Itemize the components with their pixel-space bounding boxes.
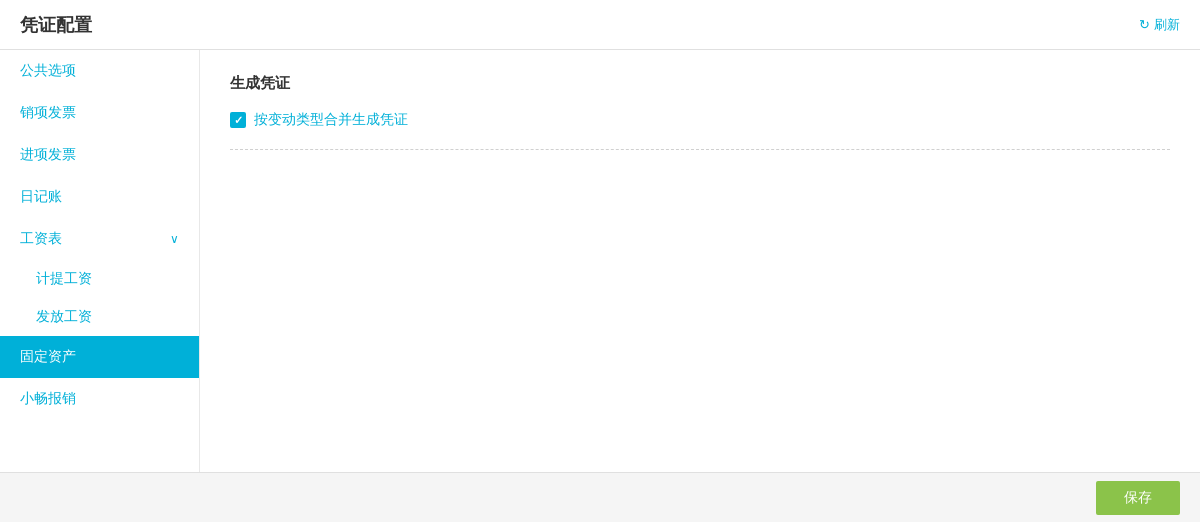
chevron-down-icon: ∨: [170, 232, 179, 246]
main-content: 生成凭证 按变动类型合并生成凭证: [200, 50, 1200, 472]
page-title: 凭证配置: [20, 13, 92, 37]
sidebar: 公共选项 销项发票 进项发票 日记账 工资表 ∨ 计提工资 发放工资 固定资: [0, 50, 200, 472]
section-title: 生成凭证: [230, 74, 1170, 93]
sidebar-item-calc-salary[interactable]: 计提工资: [0, 260, 199, 298]
page-wrapper: 凭证配置 ↻ 刷新 公共选项 销项发票 进项发票 日记账 工资表 ∨: [0, 0, 1200, 522]
merge-checkbox-label[interactable]: 按变动类型合并生成凭证: [254, 111, 408, 129]
sidebar-item-journal[interactable]: 日记账: [0, 176, 199, 218]
sidebar-item-label: 销项发票: [20, 104, 76, 122]
footer: 保存: [0, 472, 1200, 522]
sidebar-item-label: 工资表: [20, 230, 62, 248]
sidebar-item-pay-salary[interactable]: 发放工资: [0, 298, 199, 336]
refresh-icon: ↻: [1139, 17, 1150, 32]
sidebar-item-fixed-assets[interactable]: 固定资产: [0, 336, 199, 378]
header: 凭证配置 ↻ 刷新: [0, 0, 1200, 50]
sidebar-item-label: 日记账: [20, 188, 62, 206]
checkbox-row: 按变动类型合并生成凭证: [230, 111, 1170, 129]
merge-checkbox[interactable]: [230, 112, 246, 128]
sidebar-item-label: 固定资产: [20, 348, 76, 366]
sidebar-item-expense-report[interactable]: 小畅报销: [0, 378, 199, 420]
body: 公共选项 销项发票 进项发票 日记账 工资表 ∨ 计提工资 发放工资 固定资: [0, 50, 1200, 472]
refresh-label: 刷新: [1154, 16, 1180, 34]
sidebar-item-label: 小畅报销: [20, 390, 76, 408]
sidebar-item-label: 公共选项: [20, 62, 76, 80]
sidebar-item-label: 进项发票: [20, 146, 76, 164]
refresh-button[interactable]: ↻ 刷新: [1139, 16, 1180, 34]
sidebar-item-payroll[interactable]: 工资表 ∨: [0, 218, 199, 260]
sidebar-item-purchase-invoice[interactable]: 进项发票: [0, 134, 199, 176]
sidebar-item-label: 计提工资: [36, 270, 92, 286]
sidebar-item-public-options[interactable]: 公共选项: [0, 50, 199, 92]
save-button[interactable]: 保存: [1096, 481, 1180, 515]
sidebar-item-sales-invoice[interactable]: 销项发票: [0, 92, 199, 134]
divider: [230, 149, 1170, 150]
sidebar-item-label: 发放工资: [36, 308, 92, 324]
